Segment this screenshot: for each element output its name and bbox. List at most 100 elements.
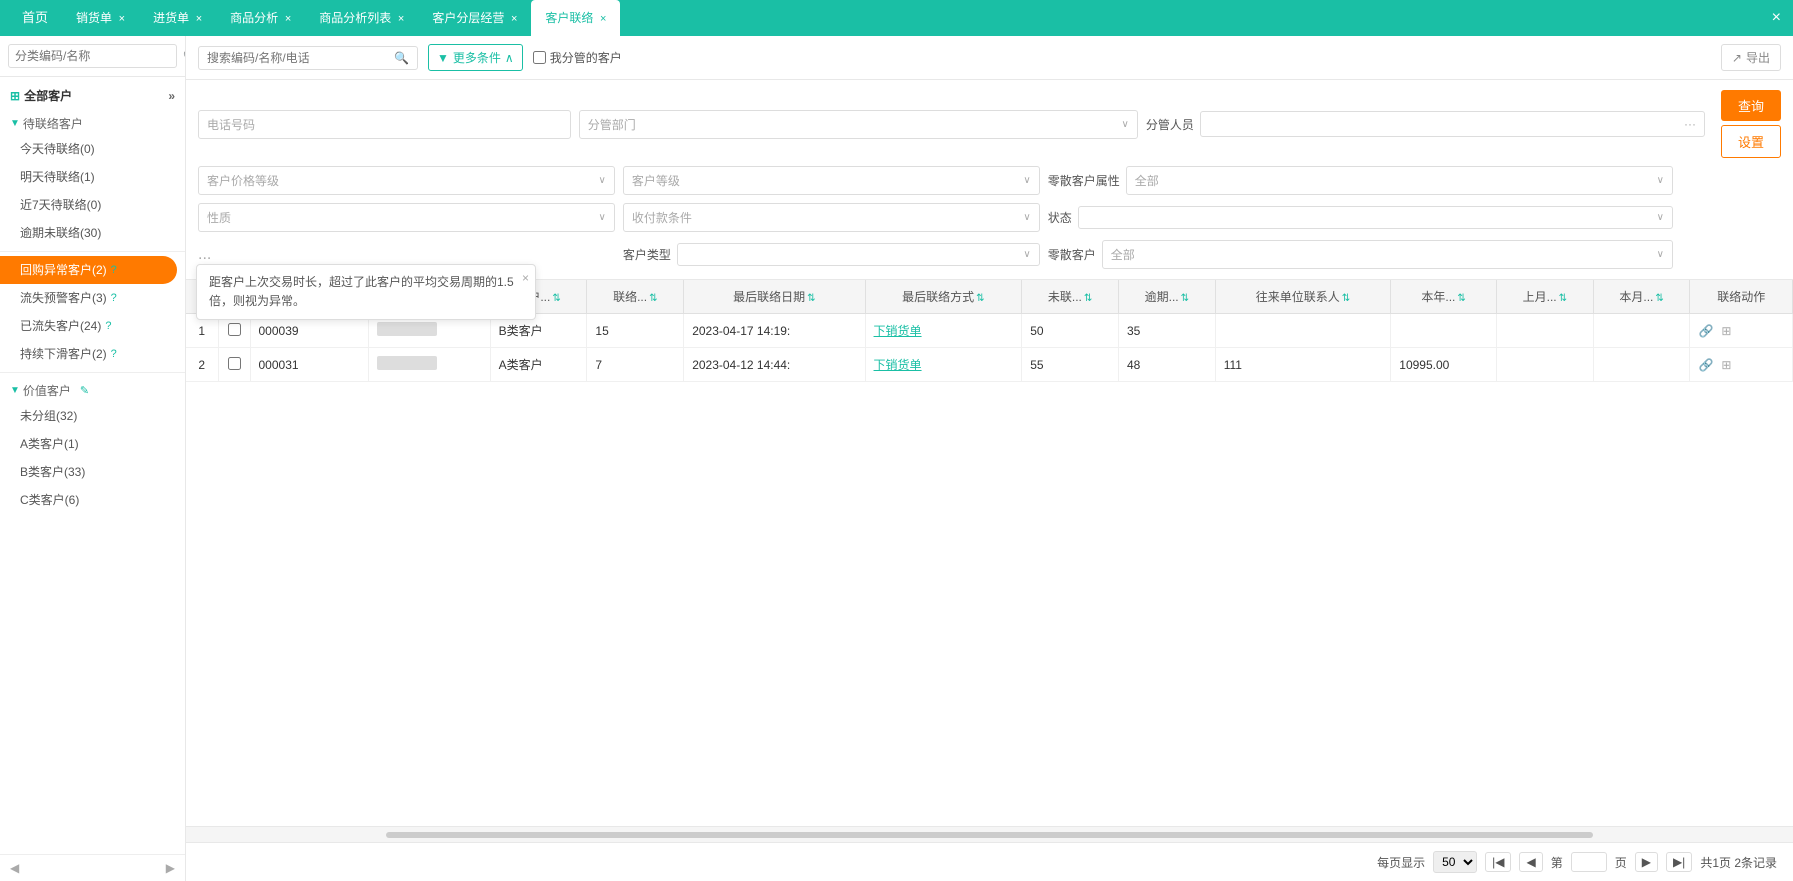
sidebar-search-input[interactable]: [8, 44, 177, 68]
row1-link-icon[interactable]: 🔗: [1698, 324, 1713, 338]
sidebar-overdue-contact[interactable]: 逾期未联络(30): [0, 219, 185, 247]
window-close-button[interactable]: ×: [1772, 10, 1781, 26]
row2-action-icons[interactable]: 🔗 ⊞: [1698, 358, 1784, 372]
sort-icon-unlisted[interactable]: ⇅: [1084, 293, 1092, 304]
sidebar-pending-7days[interactable]: 近7天待联络(0): [0, 191, 185, 219]
payment-field[interactable]: 收付款条件 ∨: [623, 203, 1040, 232]
already-lost-tip-icon[interactable]: ?: [105, 318, 111, 335]
row1-action-icons[interactable]: 🔗 ⊞: [1698, 324, 1784, 338]
horizontal-scrollbar[interactable]: [186, 826, 1793, 842]
gender-field[interactable]: 性质 ∨: [198, 203, 615, 232]
retail-attr-field[interactable]: 全部 ∨: [1126, 166, 1673, 195]
continuous-down-tip-icon[interactable]: ?: [111, 346, 117, 363]
row2-link-icon[interactable]: 🔗: [1698, 358, 1713, 372]
nav-product-analysis[interactable]: 商品分析 ×: [216, 0, 305, 36]
setting-button[interactable]: 设置: [1721, 125, 1781, 158]
right-arrow-icon[interactable]: ▶: [166, 861, 175, 875]
level-field[interactable]: 客户等级 ∨: [623, 166, 1040, 195]
lost-tip-icon[interactable]: ?: [111, 290, 117, 307]
nav-home[interactable]: 首页: [8, 0, 62, 36]
sidebar-continuous-down[interactable]: 持续下滑客户(2) ?: [0, 340, 185, 368]
sort-icon-type[interactable]: ⇅: [552, 293, 560, 304]
sidebar-already-lost[interactable]: 已流失客户(24) ?: [0, 312, 185, 340]
export-btn[interactable]: ↗ 导出: [1721, 44, 1781, 71]
scrollbar-thumb[interactable]: [386, 832, 1593, 838]
prev-page-btn[interactable]: ◀: [1519, 852, 1542, 872]
row2-last-method[interactable]: 下销货单: [865, 348, 1022, 382]
col-this-month: 本月...⇅: [1593, 280, 1690, 314]
col-overdue: 逾期...⇅: [1118, 280, 1215, 314]
sort-icon-last-date[interactable]: ⇅: [807, 293, 815, 304]
query-button[interactable]: 查询: [1721, 90, 1781, 121]
row2-grid-icon[interactable]: ⊞: [1721, 358, 1731, 372]
first-page-btn[interactable]: |◀: [1485, 852, 1511, 872]
per-page-select[interactable]: 50: [1433, 851, 1477, 873]
nav-close-product-list[interactable]: ×: [398, 13, 404, 25]
row2-method-link[interactable]: 下销货单: [874, 358, 922, 372]
sidebar-pending-section[interactable]: ▼ 待联络客户: [0, 110, 185, 135]
sidebar-pending-today[interactable]: 今天待联络(0): [0, 135, 185, 163]
retail-customer-field[interactable]: 全部 ∨: [1102, 240, 1673, 269]
filter-btn[interactable]: ▼ 更多条件 ∧: [428, 44, 523, 71]
sidebar-abnormal-repurchase[interactable]: 回购异常客户(2) ?: [0, 256, 177, 284]
price-level-field[interactable]: 客户价格等级 ∨: [198, 166, 615, 195]
row1-actions[interactable]: 🔗 ⊞: [1690, 314, 1793, 348]
last-page-btn[interactable]: ▶|: [1666, 852, 1692, 872]
nav-product-list[interactable]: 商品分析列表 ×: [305, 0, 418, 36]
nav-customer-contact[interactable]: 客户联络 ×: [531, 0, 620, 36]
sort-icon-last-method[interactable]: ⇅: [976, 293, 984, 304]
phone-field[interactable]: 电话号码: [198, 110, 571, 139]
page-input[interactable]: 1: [1571, 852, 1607, 872]
sort-icon-contact-person[interactable]: ⇅: [1342, 293, 1350, 304]
dept-field[interactable]: 分管部门 ∨: [579, 110, 1138, 139]
action-buttons: 查询 设置: [1721, 90, 1781, 158]
search-icon[interactable]: 🔍: [394, 51, 409, 65]
tooltip-close[interactable]: ×: [522, 269, 529, 288]
sort-icon-this-month[interactable]: ⇅: [1655, 293, 1663, 304]
row2-unlisted: 55: [1022, 348, 1119, 382]
sidebar-b-class[interactable]: B类客户(33): [0, 458, 185, 486]
sort-icon-contact-count[interactable]: ⇅: [649, 293, 657, 304]
row2-actions[interactable]: 🔗 ⊞: [1690, 348, 1793, 382]
sidebar-ungroup[interactable]: 未分组(32): [0, 402, 185, 430]
status-field[interactable]: ∨: [1078, 206, 1673, 229]
sidebar-lost-warning[interactable]: 流失预警客户(3) ?: [0, 284, 185, 312]
sidebar-a-class[interactable]: A类客户(1): [0, 430, 185, 458]
left-arrow-icon[interactable]: ◀: [10, 861, 19, 875]
sort-icon-last-month[interactable]: ⇅: [1559, 293, 1567, 304]
row1-checkbox[interactable]: [228, 323, 241, 336]
sidebar-all-customers[interactable]: ⊞ 全部客户 »: [0, 81, 185, 110]
sidebar-collapse-btn[interactable]: »: [168, 89, 175, 103]
more-dots[interactable]: ...: [198, 246, 211, 264]
nav-close-product-analysis[interactable]: ×: [285, 13, 291, 25]
my-customers-filter[interactable]: 我分管的客户: [533, 49, 622, 66]
nav-sales[interactable]: 销货单 ×: [62, 0, 139, 36]
col-last-method: 最后联络方式⇅: [865, 280, 1022, 314]
sidebar-c-class[interactable]: C类客户(6): [0, 486, 185, 514]
nav-close-sales[interactable]: ×: [119, 13, 125, 25]
sidebar-content: ⊞ 全部客户 » ▼ 待联络客户 今天待联络(0) 明天待联络(1) 近7天待联…: [0, 77, 185, 854]
sidebar-value-section[interactable]: ▼ 价值客户 ✎: [0, 377, 185, 402]
row1-grid-icon[interactable]: ⊞: [1721, 324, 1731, 338]
person-field[interactable]: ···: [1200, 111, 1705, 137]
customer-type-field[interactable]: ∨: [677, 243, 1040, 266]
row1-last-method[interactable]: 下销货单: [865, 314, 1022, 348]
nav-customer-segment[interactable]: 客户分层经营 ×: [418, 0, 531, 36]
sort-icon-overdue[interactable]: ⇅: [1181, 293, 1189, 304]
sidebar-pending-tomorrow[interactable]: 明天待联络(1): [0, 163, 185, 191]
sort-icon-this-year[interactable]: ⇅: [1457, 293, 1465, 304]
row1-method-link[interactable]: 下销货单: [874, 324, 922, 338]
nav-close-customer-segment[interactable]: ×: [511, 13, 517, 25]
next-page-btn[interactable]: ▶: [1635, 852, 1658, 872]
abnormal-tip-icon[interactable]: ?: [111, 262, 117, 279]
row2-checkbox-cell[interactable]: [218, 348, 250, 382]
row2-checkbox[interactable]: [228, 357, 241, 370]
search-input[interactable]: [207, 51, 388, 65]
nav-purchase[interactable]: 进货单 ×: [139, 0, 216, 36]
nav-close-purchase[interactable]: ×: [196, 13, 202, 25]
search-box: 🔍: [198, 46, 418, 70]
person-dots[interactable]: ···: [1684, 117, 1696, 131]
nav-close-customer-contact[interactable]: ×: [600, 13, 606, 25]
my-customers-checkbox[interactable]: [533, 51, 546, 64]
value-edit-icon[interactable]: ✎: [80, 384, 89, 397]
